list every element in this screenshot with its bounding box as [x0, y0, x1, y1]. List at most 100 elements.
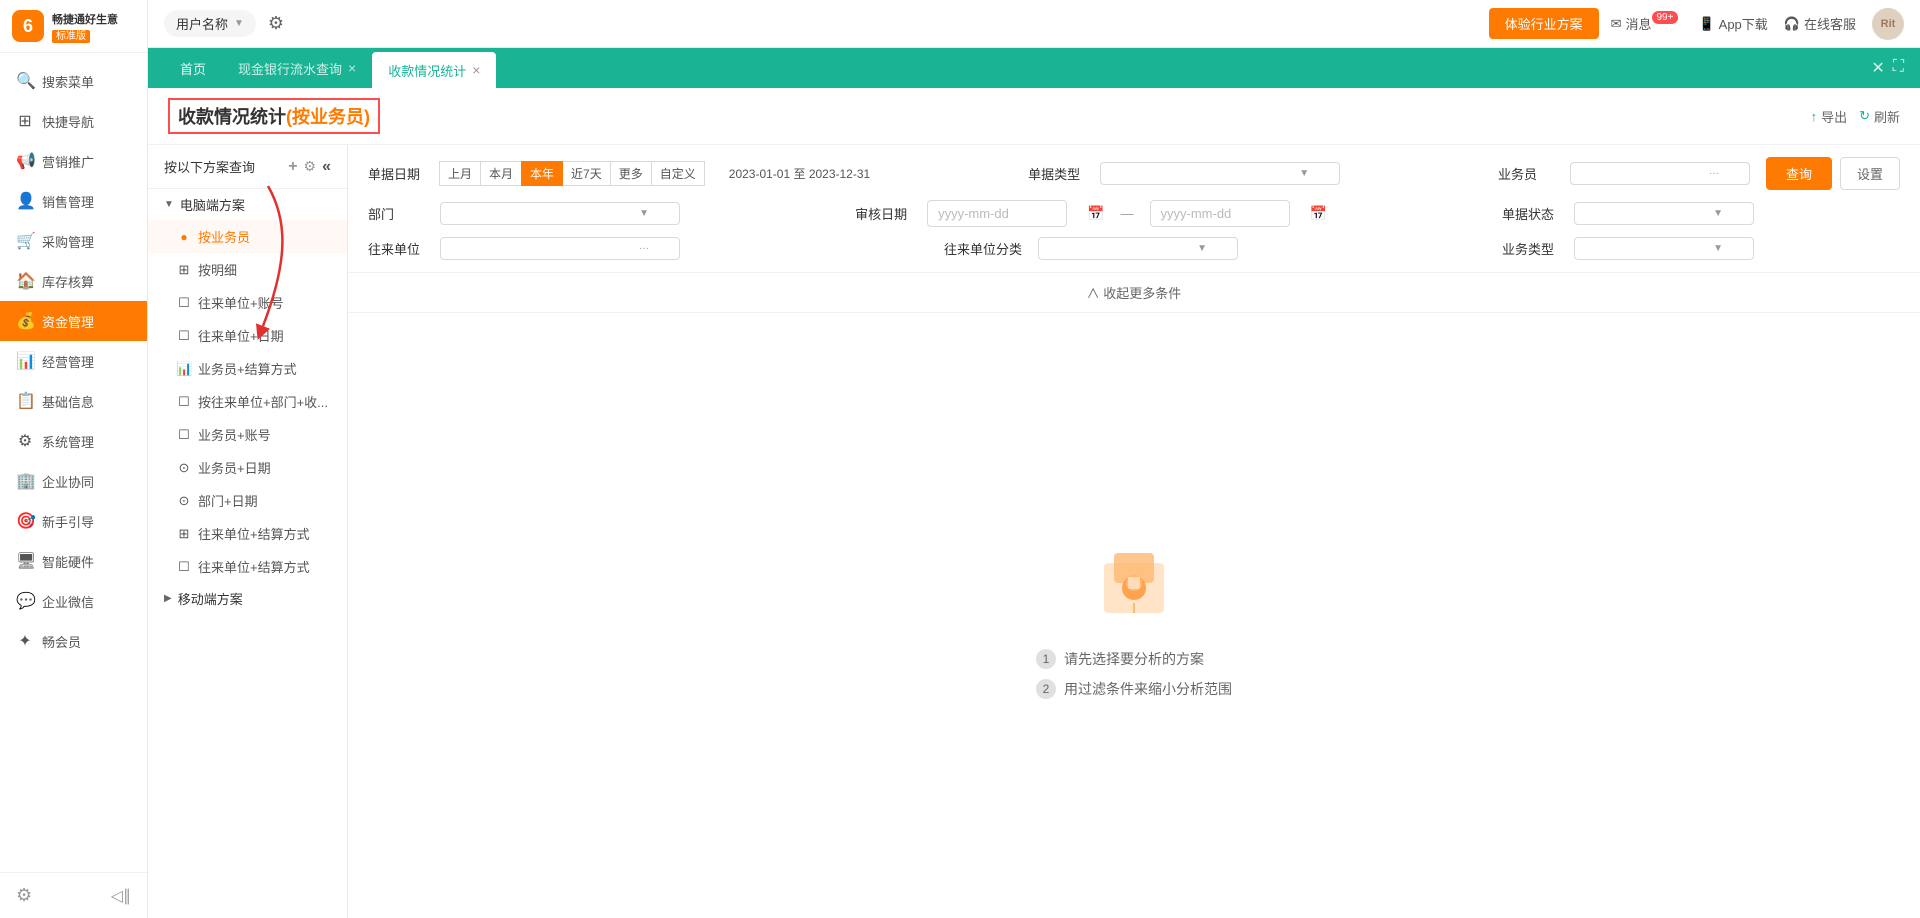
- collapse-label: 收起更多条件: [1103, 286, 1181, 301]
- audit-date-from[interactable]: yyyy-mm-dd: [927, 200, 1067, 227]
- message-badge: 99+: [1652, 11, 1679, 24]
- scheme-unit-dept[interactable]: ☐ 按往来单位+部门+收...: [148, 385, 347, 418]
- set-button[interactable]: 设置: [1840, 157, 1900, 190]
- sidebar-item-basic[interactable]: 📋 基础信息: [0, 381, 147, 421]
- sidebar-item-hardware[interactable]: 🖥 智能硬件: [0, 541, 147, 581]
- dept-select[interactable]: ▼: [440, 202, 680, 225]
- panel-collapse-button[interactable]: «: [322, 158, 331, 176]
- export-button[interactable]: ↑ 导出: [1811, 107, 1848, 126]
- staff-select[interactable]: ···: [1570, 162, 1750, 185]
- scheme-unit-account[interactable]: ☐ 往来单位+账号: [148, 286, 347, 319]
- main-content: 用户名称 ▼ ⚙ 体验行业方案 ✉ 消息 99+ 📱 App下载 🎧 在线客服 …: [148, 0, 1920, 918]
- partner-select[interactable]: ···: [440, 237, 680, 260]
- footer-collapse-icon[interactable]: ◁∥: [111, 886, 131, 906]
- app-download-button[interactable]: 📱 App下载: [1698, 14, 1767, 33]
- date-tab-this-year[interactable]: 本年: [521, 161, 563, 186]
- window-close-btn[interactable]: ✕: [1871, 58, 1884, 78]
- doc-type-select[interactable]: ▼: [1100, 162, 1340, 185]
- scheme-by-detail[interactable]: ⊞ 按明细: [148, 253, 347, 286]
- sidebar-item-sales[interactable]: 👤 销售管理: [0, 181, 147, 221]
- date-tab-more[interactable]: 更多: [610, 161, 652, 186]
- tab-home[interactable]: 首页: [164, 48, 222, 88]
- mobile-toggle: ▶: [164, 593, 172, 604]
- audit-date-label: 审核日期: [855, 204, 911, 223]
- staff-icon: ●: [176, 230, 192, 244]
- service-label: 在线客服: [1804, 14, 1856, 33]
- empty-state: 1 请先选择要分析的方案 2 用过滤条件来缩小分析范围: [1036, 533, 1232, 699]
- sidebar-item-shortcut[interactable]: ⊞ 快捷导航: [0, 101, 147, 141]
- tab-bank-close[interactable]: ×: [348, 60, 356, 76]
- sidebar-item-system[interactable]: ⚙ 系统管理: [0, 421, 147, 461]
- sidebar-item-operation[interactable]: 📊 经营管理: [0, 341, 147, 381]
- scheme-unit-settle1[interactable]: ⊞ 往来单位+结算方式: [148, 517, 347, 550]
- user-selector[interactable]: 用户名称 ▼: [164, 10, 256, 37]
- user-avatar[interactable]: Rit: [1872, 8, 1904, 40]
- mobile-schemes-header[interactable]: ▶ 移动端方案: [148, 583, 347, 614]
- content-area: 按以下方案查询 + ⚙ «: [148, 145, 1920, 918]
- add-scheme-button[interactable]: +: [288, 158, 297, 176]
- date-filter-label: 单据日期: [368, 164, 424, 183]
- query-button[interactable]: 查询: [1766, 157, 1832, 190]
- footer-settings-icon[interactable]: ⚙: [16, 885, 32, 906]
- sidebar-item-capital[interactable]: 💰 资金管理: [0, 301, 147, 341]
- sidebar-item-search[interactable]: 🔍 搜索菜单: [0, 61, 147, 101]
- scheme-staff-settle[interactable]: 📊 业务员+结算方式: [148, 352, 347, 385]
- logo-badge: 标准版: [52, 30, 90, 43]
- export-icon: ↑: [1811, 109, 1818, 124]
- audit-date-to[interactable]: yyyy-mm-dd: [1150, 200, 1290, 227]
- staff-settle-icon: 📊: [176, 361, 192, 377]
- biz-type-arrow: ▼: [1713, 243, 1723, 254]
- dept-label: 部门: [368, 204, 424, 223]
- topbar: 用户名称 ▼ ⚙ 体验行业方案 ✉ 消息 99+ 📱 App下载 🎧 在线客服 …: [148, 0, 1920, 48]
- calendar-icon-2[interactable]: 📅: [1310, 205, 1327, 222]
- scheme-staff-date[interactable]: ⊙ 业务员+日期: [148, 451, 347, 484]
- filter-row-3: 往来单位 ··· 往来单位分类 ▼ 业务类型 ▼: [368, 237, 1900, 260]
- sidebar-item-member[interactable]: ✦ 畅会员: [0, 621, 147, 661]
- date-tab-7days[interactable]: 近7天: [562, 161, 611, 186]
- sidebar-item-label: 经营管理: [42, 352, 94, 371]
- staff-arrow: ···: [1709, 168, 1719, 179]
- service-button[interactable]: 🎧 在线客服: [1784, 14, 1856, 33]
- page-actions: ↑ 导出 ↻ 刷新: [1811, 107, 1900, 126]
- scheme-by-staff[interactable]: ● 按业务员: [148, 220, 347, 253]
- sidebar-item-label: 系统管理: [42, 432, 94, 451]
- search-icon: 🔍: [16, 71, 34, 91]
- tab-bank[interactable]: 现金银行流水查询 ×: [222, 48, 372, 88]
- basic-icon: 📋: [16, 391, 34, 411]
- scheme-unit-settle2[interactable]: ☐ 往来单位+结算方式: [148, 550, 347, 583]
- sidebar-item-wechat[interactable]: 💬 企业微信: [0, 581, 147, 621]
- scheme-unit-date[interactable]: ☐ 往来单位+日期: [148, 319, 347, 352]
- biz-type-select[interactable]: ▼: [1574, 237, 1754, 260]
- trial-button[interactable]: 体验行业方案: [1489, 8, 1599, 39]
- doc-status-select[interactable]: ▼: [1574, 202, 1754, 225]
- sidebar-item-enterprise[interactable]: 🏢 企业协同: [0, 461, 147, 501]
- scheme-settings-icon[interactable]: ⚙: [304, 158, 317, 176]
- scheme-staff-account[interactable]: ☐ 业务员+账号: [148, 418, 347, 451]
- panel-header: 按以下方案查询 + ⚙ «: [148, 145, 347, 189]
- partner-cat-select[interactable]: ▼: [1038, 237, 1238, 260]
- date-tab-this-month[interactable]: 本月: [480, 161, 522, 186]
- unit-settle1-icon: ⊞: [176, 526, 192, 542]
- date-tab-last-month[interactable]: 上月: [439, 161, 481, 186]
- sidebar-item-label: 企业微信: [42, 592, 94, 611]
- doc-type-label: 单据类型: [1028, 164, 1084, 183]
- doc-status-label: 单据状态: [1502, 204, 1558, 223]
- sidebar-item-label: 新手引导: [42, 512, 94, 531]
- scheme-dept-date[interactable]: ⊙ 部门+日期: [148, 484, 347, 517]
- sidebar-item-label: 畅会员: [42, 632, 81, 651]
- sidebar-item-marketing[interactable]: 📢 营销推广: [0, 141, 147, 181]
- calendar-icon-1[interactable]: 📅: [1087, 205, 1104, 222]
- window-expand-btn[interactable]: ⛶: [1893, 58, 1904, 78]
- tab-stats[interactable]: 收款情况统计 ×: [372, 52, 496, 88]
- message-button[interactable]: ✉ 消息 99+: [1611, 14, 1683, 33]
- topbar-settings-icon[interactable]: ⚙: [268, 13, 284, 34]
- sidebar-item-inventory[interactable]: 🏠 库存核算: [0, 261, 147, 301]
- mobile-group-label: 移动端方案: [178, 589, 243, 608]
- tab-stats-close[interactable]: ×: [472, 62, 480, 78]
- refresh-button[interactable]: ↻ 刷新: [1859, 107, 1900, 126]
- collapse-conditions-button[interactable]: ∧ 收起更多条件: [348, 273, 1920, 313]
- sidebar-item-purchase[interactable]: 🛒 采购管理: [0, 221, 147, 261]
- date-tab-custom[interactable]: 自定义: [651, 161, 705, 186]
- sidebar-item-newbie[interactable]: 🎯 新手引导: [0, 501, 147, 541]
- desktop-schemes-header[interactable]: ▼ 电脑端方案: [148, 189, 347, 220]
